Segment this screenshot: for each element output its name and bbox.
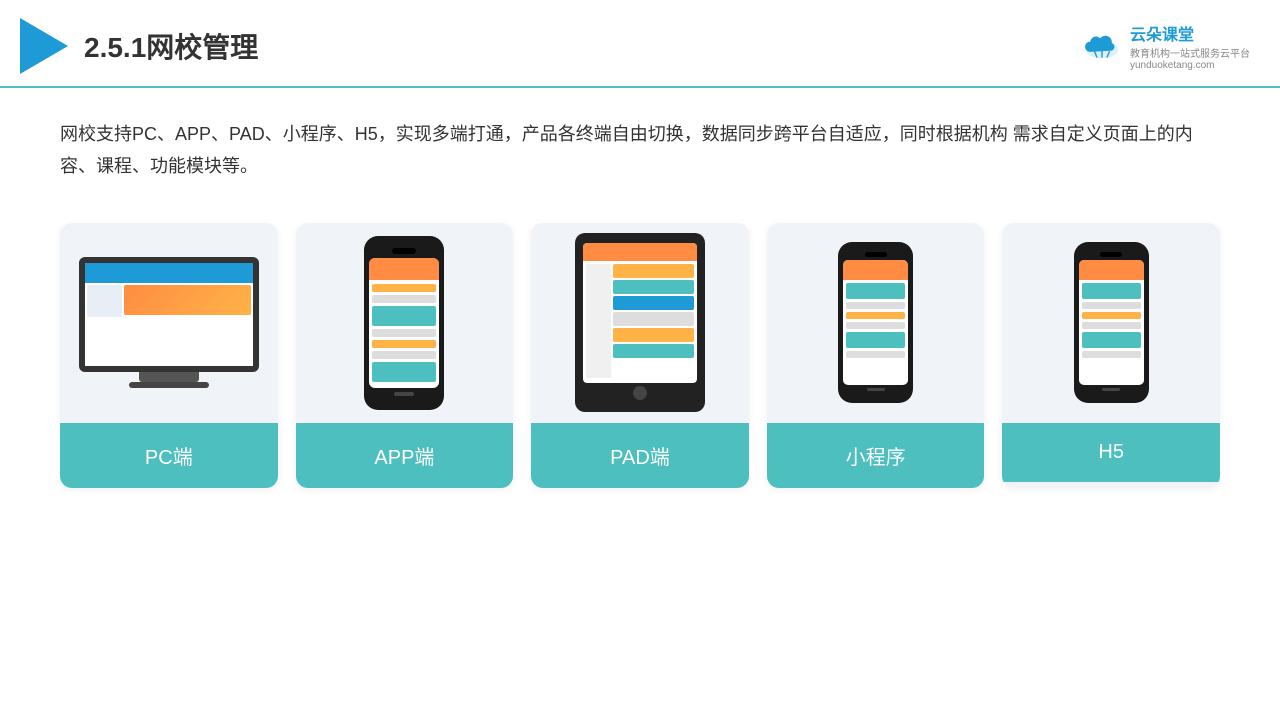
- tablet-device: [575, 233, 705, 412]
- phone-small-top-h5: [1079, 260, 1144, 280]
- phone-top-bar-app: [369, 258, 439, 280]
- tablet-row-5: [613, 328, 694, 342]
- phone-small-screen-h5: [1079, 260, 1144, 385]
- tablet-row-1: [613, 264, 694, 278]
- card-app-label: APP端: [296, 423, 514, 488]
- h5-row-2: [1082, 302, 1141, 309]
- pc-screen: [79, 257, 259, 372]
- phone-row-7: [372, 362, 436, 382]
- page-title: 2.5.1网校管理: [84, 26, 258, 66]
- card-app-image: [296, 223, 514, 423]
- pc-banner: [124, 285, 251, 315]
- phone-small-content-mini: [843, 280, 908, 361]
- card-pc: PC端: [60, 223, 278, 488]
- main-content: 网校支持PC、APP、PAD、小程序、H5，实现多端打通，产品各终端自由切换，数…: [0, 88, 1280, 508]
- phone-row-1: [372, 284, 436, 292]
- phone-small-btn-h5: [1102, 388, 1120, 391]
- card-h5-image: [1002, 223, 1220, 423]
- logo-slogan: 教育机构一站式服务云平台: [1130, 45, 1250, 60]
- header-left: 2.5.1网校管理: [20, 18, 258, 74]
- logo-text-group: 云朵课堂 教育机构一站式服务云平台 yunduoketang.com: [1130, 21, 1250, 71]
- pc-nav-bar: [85, 263, 253, 283]
- card-pad-image: [531, 223, 749, 423]
- phone-row-4: [372, 329, 436, 337]
- tablet-row-4: [613, 312, 694, 326]
- phone-row-6: [372, 351, 436, 359]
- mini-row-4: [846, 322, 905, 329]
- phone-device-app: [364, 236, 444, 410]
- card-mini-image: [767, 223, 985, 423]
- card-pc-label: PC端: [60, 423, 278, 488]
- logo-brand: 云朵课堂: [1130, 21, 1250, 45]
- tablet-main: [613, 264, 694, 378]
- phone-row-3: [372, 306, 436, 326]
- mini-row-5: [846, 332, 905, 348]
- tablet-row-2: [613, 280, 694, 294]
- logo-url: yunduoketang.com: [1130, 60, 1250, 71]
- pc-main: [124, 285, 251, 317]
- card-h5-label: H5: [1002, 423, 1220, 482]
- phone-small-outer-mini: [838, 242, 913, 403]
- h5-row-5: [1082, 332, 1141, 348]
- phone-small-notch-h5: [1100, 252, 1122, 257]
- card-app: APP端: [296, 223, 514, 488]
- header: 2.5.1网校管理 云朵课堂 教育机构一站式服务云平台 yunduoketang…: [0, 0, 1280, 88]
- tablet-home-btn: [633, 386, 647, 400]
- phone-small-top-mini: [843, 260, 908, 280]
- phone-row-2: [372, 295, 436, 303]
- cloud-icon: [1080, 31, 1124, 61]
- phone-content-app: [369, 280, 439, 386]
- phone-device-h5: [1074, 242, 1149, 403]
- phone-small-outer-h5: [1074, 242, 1149, 403]
- phone-screen-app: [369, 258, 439, 388]
- mini-row-3: [846, 312, 905, 319]
- cloud-logo: 云朵课堂 教育机构一站式服务云平台 yunduoketang.com: [1080, 21, 1250, 71]
- phone-small-content-h5: [1079, 280, 1144, 361]
- pc-sidebar: [87, 285, 122, 317]
- tablet-top-bar: [583, 243, 697, 261]
- tablet-outer: [575, 233, 705, 412]
- header-right: 云朵课堂 教育机构一站式服务云平台 yunduoketang.com: [1080, 21, 1250, 71]
- h5-row-3: [1082, 312, 1141, 319]
- phone-notch-app: [392, 248, 416, 254]
- pc-device: [79, 257, 259, 388]
- phone-outer-app: [364, 236, 444, 410]
- card-mini-program: 小程序: [767, 223, 985, 488]
- h5-row-6: [1082, 351, 1141, 358]
- logo-triangle-icon: [20, 18, 68, 74]
- card-pad: PAD端: [531, 223, 749, 488]
- h5-row-1: [1082, 283, 1141, 299]
- phone-small-notch-mini: [865, 252, 887, 257]
- tablet-row-6: [613, 344, 694, 358]
- card-mini-label: 小程序: [767, 423, 985, 488]
- phone-small-btn-mini: [867, 388, 885, 391]
- h5-row-4: [1082, 322, 1141, 329]
- description-text: 网校支持PC、APP、PAD、小程序、H5，实现多端打通，产品各终端自由切换，数…: [60, 118, 1220, 183]
- card-pad-label: PAD端: [531, 423, 749, 488]
- cards-container: PC端: [60, 223, 1220, 488]
- phone-row-5: [372, 340, 436, 348]
- card-h5: H5: [1002, 223, 1220, 488]
- phone-device-mini: [838, 242, 913, 403]
- pc-stand: [139, 372, 199, 382]
- card-pc-image: [60, 223, 278, 423]
- mini-row-6: [846, 351, 905, 358]
- mini-row-1: [846, 283, 905, 299]
- tablet-body: [583, 261, 697, 381]
- pc-body: [85, 283, 253, 319]
- tablet-sidebar: [586, 264, 611, 378]
- mini-row-2: [846, 302, 905, 309]
- phone-small-screen-mini: [843, 260, 908, 385]
- tablet-screen: [583, 243, 697, 383]
- pc-base: [129, 382, 209, 388]
- tablet-row-3: [613, 296, 694, 310]
- phone-home-btn-app: [394, 392, 414, 396]
